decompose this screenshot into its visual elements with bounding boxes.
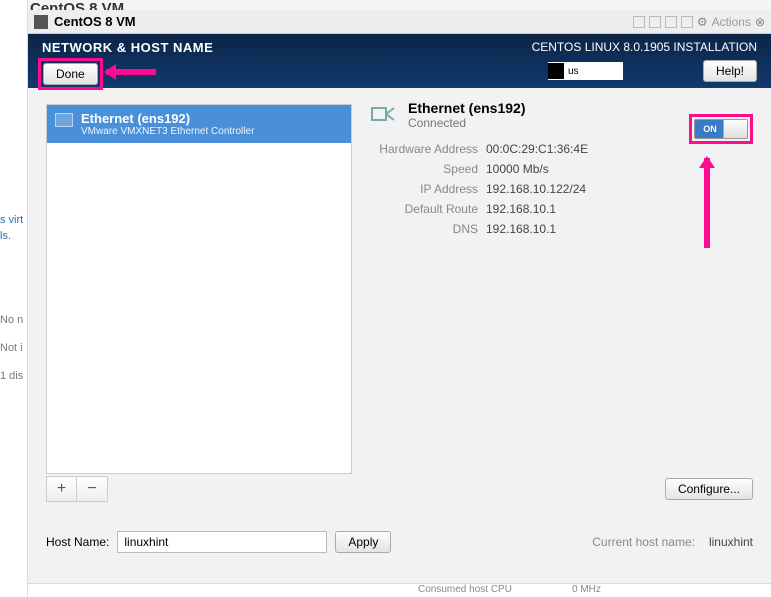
prop-val: 00:0C:29:C1:36:4E — [486, 142, 588, 156]
close-icon[interactable]: ⊗ — [755, 15, 765, 29]
hostname-label: Host Name: — [46, 535, 109, 549]
prop-key: Hardware Address — [368, 142, 478, 156]
bg-frag: Not i — [0, 342, 27, 354]
keyboard-icon — [548, 63, 564, 79]
bg-frag: s virt — [0, 214, 27, 226]
hostname-row: Host Name: Apply Current host name: linu… — [46, 531, 753, 553]
add-remove-toolbar: + − — [46, 476, 108, 502]
interface-item[interactable]: Ethernet (ens192) VMware VMXNET3 Etherne… — [47, 105, 351, 143]
add-interface-button[interactable]: + — [47, 477, 77, 501]
window-control-icon[interactable] — [665, 16, 677, 28]
detail-status: Connected — [408, 116, 525, 130]
detail-name: Ethernet (ens192) — [408, 100, 525, 116]
current-hostname-label: Current host name: — [592, 535, 695, 549]
ethernet-large-icon — [368, 102, 398, 128]
done-button[interactable]: Done — [43, 63, 98, 85]
cpu-value: 0 MHz — [542, 584, 631, 597]
hostname-input[interactable] — [117, 531, 327, 553]
bg-frag: 1 dis — [0, 370, 27, 382]
bg-frag: No n — [0, 314, 27, 326]
ethernet-icon — [55, 113, 73, 127]
toggle-knob — [723, 120, 747, 138]
window-control-icon[interactable] — [649, 16, 661, 28]
gear-icon[interactable]: ⚙ — [697, 15, 708, 29]
bottom-fragment: Consumed host CPU 0 MHz — [28, 583, 771, 597]
actions-menu[interactable]: Actions — [712, 15, 751, 29]
interface-detail: Ethernet (ens192) Connected ON Hardware … — [368, 100, 753, 242]
interface-list[interactable]: Ethernet (ens192) VMware VMXNET3 Etherne… — [46, 104, 352, 474]
help-button[interactable]: Help! — [703, 60, 757, 82]
prop-val: 10000 Mb/s — [486, 162, 549, 176]
remove-interface-button[interactable]: − — [77, 477, 107, 501]
window-control-icon[interactable] — [633, 16, 645, 28]
installer-header: NETWORK & HOST NAME CENTOS LINUX 8.0.190… — [28, 34, 771, 88]
prop-val: 192.168.10.122/24 — [486, 182, 586, 196]
prop-key: DNS — [368, 222, 478, 236]
cpu-label: Consumed host CPU — [388, 584, 542, 597]
interface-sub: VMware VMXNET3 Ethernet Controller — [81, 126, 254, 137]
prop-key: IP Address — [368, 182, 478, 196]
prop-val: 192.168.10.1 — [486, 202, 556, 216]
keyboard-layout[interactable]: us — [548, 62, 623, 80]
bg-frag: ls. — [0, 230, 27, 242]
vm-titlebar: CentOS 8 VM ⚙ Actions ⊗ — [28, 10, 771, 34]
annotation-arrow-icon — [96, 66, 156, 78]
highlight-done: Done — [38, 58, 103, 90]
install-label: CENTOS LINUX 8.0.1905 INSTALLATION — [532, 40, 757, 54]
background-panel: s virt ls. No n Not i 1 dis — [0, 0, 28, 597]
prop-key: Default Route — [368, 202, 478, 216]
window-control-icon[interactable] — [681, 16, 693, 28]
toggle-on-label: ON — [695, 120, 725, 138]
interface-name: Ethernet (ens192) — [81, 111, 254, 126]
vm-name: CentOS 8 VM — [54, 14, 136, 29]
configure-button[interactable]: Configure... — [665, 478, 753, 500]
prop-val: 192.168.10.1 — [486, 222, 556, 236]
kb-layout-text: us — [568, 66, 579, 77]
vm-icon — [34, 15, 48, 29]
annotation-arrow-icon — [701, 148, 713, 248]
highlight-toggle: ON — [689, 114, 753, 144]
content-area: Ethernet (ens192) VMware VMXNET3 Etherne… — [28, 88, 771, 597]
current-hostname-value: linuxhint — [709, 535, 753, 549]
detail-properties: Hardware Address 00:0C:29:C1:36:4E Speed 1… — [368, 142, 753, 236]
prop-key: Speed — [368, 162, 478, 176]
apply-button[interactable]: Apply — [335, 531, 391, 553]
connection-toggle[interactable]: ON — [694, 119, 748, 139]
